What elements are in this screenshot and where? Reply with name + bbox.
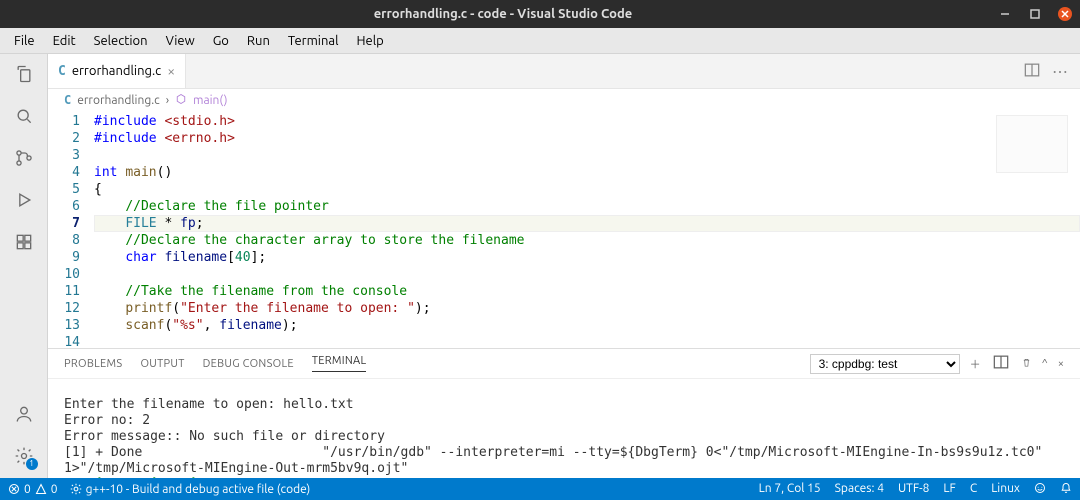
menu-run[interactable]: Run (239, 32, 278, 50)
extensions-icon[interactable] (12, 230, 36, 254)
activity-bar: 1 (0, 54, 48, 478)
status-problems[interactable]: 0 0 (8, 483, 58, 496)
settings-gear-icon[interactable]: 1 (12, 444, 36, 468)
menu-go[interactable]: Go (205, 32, 237, 50)
run-debug-icon[interactable] (12, 188, 36, 212)
terminal-line: Enter the filename to open: hello.txt (64, 397, 354, 412)
menu-selection[interactable]: Selection (86, 32, 156, 50)
menu-edit[interactable]: Edit (45, 32, 84, 50)
settings-badge: 1 (26, 458, 38, 470)
panel-tab-debug-console[interactable]: DEBUG CONSOLE (203, 358, 294, 370)
feedback-icon[interactable] (1034, 482, 1046, 497)
status-eol[interactable]: LF (943, 482, 955, 497)
menu-help[interactable]: Help (348, 32, 391, 50)
more-actions-icon[interactable]: ⋯ (1052, 62, 1068, 81)
breadcrumb-symbol: main() (193, 94, 227, 107)
close-button[interactable] (1058, 7, 1072, 21)
menu-terminal[interactable]: Terminal (280, 32, 347, 50)
accounts-icon[interactable] (12, 402, 36, 426)
code-area[interactable]: #include <stdio.h>#include <errno.h> int… (94, 111, 1080, 348)
terminal-selector[interactable]: 3: cppdbg: test (810, 354, 960, 374)
terminal-line: Error message:: No such file or director… (64, 429, 385, 444)
notifications-icon[interactable] (1060, 482, 1072, 497)
tab-errorhandling[interactable]: C errorhandling.c × (48, 54, 186, 88)
terminal-line: Error no: 2 (64, 413, 150, 428)
menu-view[interactable]: View (158, 32, 203, 50)
breadcrumb-file: errorhandling.c (77, 94, 159, 107)
status-os[interactable]: Linux (991, 482, 1020, 497)
tab-label: errorhandling.c (72, 64, 161, 78)
close-panel-icon[interactable]: × (1058, 358, 1064, 370)
status-bar: 0 0 g++-10 - Build and debug active file… (0, 478, 1080, 500)
window-title: errorhandling.c - code - Visual Studio C… (8, 7, 998, 21)
terminal-line: [1] + Done "/usr/bin/gdb" --interpreter=… (64, 445, 1050, 476)
status-lang[interactable]: C (970, 482, 977, 497)
menubar: FileEditSelectionViewGoRunTerminalHelp (0, 28, 1080, 54)
editor-tabs: C errorhandling.c × ⋯ (48, 54, 1080, 89)
panel-tabs: PROBLEMS OUTPUT DEBUG CONSOLE TERMINAL 3: c… (48, 349, 1080, 379)
split-editor-icon[interactable] (1022, 60, 1042, 83)
split-terminal-icon[interactable] (991, 352, 1011, 375)
c-file-icon: C (64, 93, 71, 107)
titlebar: errorhandling.c - code - Visual Studio C… (0, 0, 1080, 28)
c-file-icon: C (58, 64, 66, 79)
new-terminal-icon[interactable]: ＋ (970, 356, 981, 372)
maximize-button[interactable] (1028, 7, 1042, 21)
symbol-method-icon (175, 93, 187, 108)
panel-tab-terminal[interactable]: TERMINAL (312, 355, 367, 372)
line-number-gutter: 1234567891011121314 (48, 111, 94, 348)
menu-file[interactable]: File (6, 32, 43, 50)
maximize-panel-icon[interactable]: ^ (1042, 358, 1048, 370)
panel: PROBLEMS OUTPUT DEBUG CONSOLE TERMINAL 3: c… (48, 348, 1080, 478)
status-build[interactable]: g++-10 - Build and debug active file (co… (70, 483, 311, 496)
minimap[interactable] (996, 115, 1068, 173)
chevron-right-icon: › (166, 94, 169, 107)
kill-terminal-icon[interactable] (1021, 357, 1032, 371)
editor[interactable]: 1234567891011121314 #include <stdio.h>#i… (48, 111, 1080, 348)
explorer-icon[interactable] (12, 62, 36, 86)
panel-tab-problems[interactable]: PROBLEMS (64, 358, 122, 370)
terminal[interactable]: Enter the filename to open: hello.txt Er… (48, 379, 1080, 478)
search-icon[interactable] (12, 104, 36, 128)
status-spaces[interactable]: Spaces: 4 (835, 482, 884, 497)
breadcrumb[interactable]: C errorhandling.c › main() (48, 89, 1080, 111)
source-control-icon[interactable] (12, 146, 36, 170)
status-encoding[interactable]: UTF-8 (898, 482, 929, 497)
panel-tab-output[interactable]: OUTPUT (140, 358, 184, 370)
tab-close-icon[interactable]: × (167, 63, 175, 79)
minimize-button[interactable] (998, 7, 1012, 21)
status-cursor[interactable]: Ln 7, Col 15 (759, 482, 821, 497)
